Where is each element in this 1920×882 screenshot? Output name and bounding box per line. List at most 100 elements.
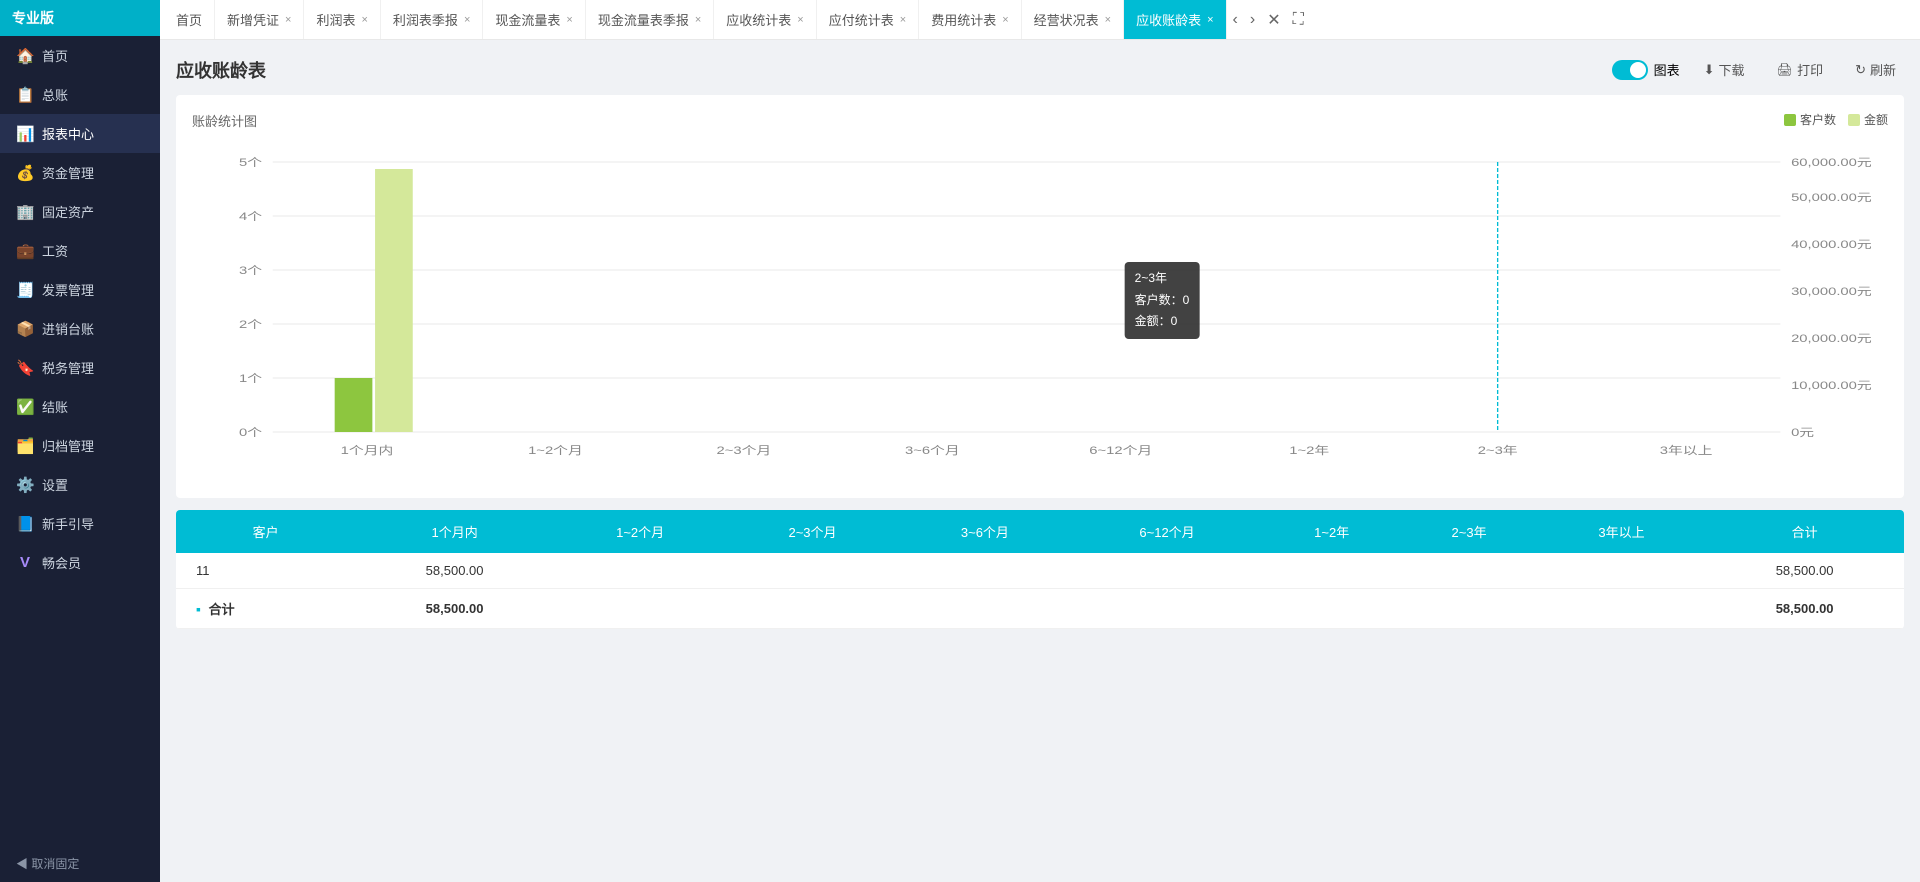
svg-text:4个: 4个 [239, 210, 262, 223]
tab-close-biz-status[interactable]: × [1105, 14, 1111, 26]
invoice-icon: 🧾 [16, 281, 34, 299]
sidebar-item-salary[interactable]: 💼 工资 [0, 231, 160, 270]
tab-cashflow[interactable]: 现金流量表 × [483, 0, 585, 40]
sidebar-label-invoice: 发票管理 [42, 280, 94, 299]
sidebar-label-settle: 结账 [42, 397, 68, 416]
tab-close-ap-stat[interactable]: × [900, 14, 906, 26]
home-icon: 🏠 [16, 47, 34, 65]
sidebar-item-report[interactable]: 📊 报表中心 [0, 114, 160, 153]
print-icon: 🖨 [1777, 62, 1794, 78]
tab-close-cashflow-q[interactable]: × [695, 14, 701, 26]
archive-icon: 🗂️ [16, 437, 34, 455]
tab-ap-stat[interactable]: 应付统计表 × [817, 0, 919, 40]
print-label: 打印 [1797, 60, 1823, 79]
sidebar-label-home: 首页 [42, 46, 68, 65]
cell-m3-6 [899, 553, 1071, 589]
tab-expense[interactable]: 费用统计表 × [919, 0, 1021, 40]
svg-text:10,000.00元: 10,000.00元 [1791, 379, 1872, 392]
sidebar-collapse-btn[interactable]: ◀ 取消固定 [0, 845, 160, 882]
legend-amount: 金额 [1848, 111, 1888, 128]
tab-profit-q[interactable]: 利润表季报 × [381, 0, 483, 40]
tab-expand[interactable]: ⛶ [1287, 0, 1310, 40]
salary-icon: 💼 [16, 242, 34, 260]
sidebar-item-archive[interactable]: 🗂️ 归档管理 [0, 426, 160, 465]
sidebar-item-asset[interactable]: 🏢 固定资产 [0, 192, 160, 231]
chart-card: 账龄统计图 客户数 金额 [176, 95, 1904, 498]
svg-text:2个: 2个 [239, 318, 262, 331]
sidebar-item-vip[interactable]: V 畅会员 [0, 543, 160, 582]
tab-nav-left[interactable]: ‹ [1227, 0, 1244, 40]
main-area: 首页 新增凭证 × 利润表 × 利润表季报 × 现金流量表 × 现金流量表季报 … [160, 0, 1920, 882]
sidebar-item-settle[interactable]: ✅ 结账 [0, 387, 160, 426]
tab-ar-aging[interactable]: 应收账龄表 × [1124, 0, 1226, 40]
sidebar-item-capital[interactable]: 💰 资金管理 [0, 153, 160, 192]
col-m1-2: 1~2个月 [554, 510, 726, 553]
col-m2-3: 2~3个月 [726, 510, 898, 553]
data-table: 客户 1个月内 1~2个月 2~3个月 3~6个月 6~12个月 1~2年 2~… [176, 510, 1904, 629]
sidebar-item-settings[interactable]: ⚙️ 设置 [0, 465, 160, 504]
tab-cashflow-q[interactable]: 现金流量表季报 × [586, 0, 714, 40]
tab-close-expense[interactable]: × [1002, 14, 1008, 26]
tab-close-ar-aging[interactable]: × [1207, 14, 1213, 26]
col-m6-12: 6~12个月 [1071, 510, 1263, 553]
cell-m1-2 [554, 553, 726, 589]
svg-text:2~3年: 2~3年 [1478, 444, 1518, 457]
sidebar-item-home[interactable]: 🏠 首页 [0, 36, 160, 75]
svg-text:50,000.00元: 50,000.00元 [1791, 191, 1872, 204]
collapse-label: ◀ 取消固定 [16, 855, 79, 872]
table-header-row: 客户 1个月内 1~2个月 2~3个月 3~6个月 6~12个月 1~2年 2~… [176, 510, 1904, 553]
legend-customer: 客户数 [1784, 111, 1836, 128]
col-m1: 1个月内 [355, 510, 554, 553]
tab-close-voucher[interactable]: × [285, 14, 291, 26]
toggle-thumb [1630, 62, 1646, 78]
col-y2-3: 2~3年 [1400, 510, 1537, 553]
tab-close-all[interactable]: ✕ [1261, 0, 1286, 40]
tab-close-cashflow[interactable]: × [566, 14, 572, 26]
tab-close-ar-stat[interactable]: × [797, 14, 803, 26]
sidebar-item-tax[interactable]: 🔖 税务管理 [0, 348, 160, 387]
app-logo: 专业版 [0, 0, 160, 36]
tax-icon: 🔖 [16, 359, 34, 377]
sidebar-label-salary: 工资 [42, 241, 68, 260]
settle-icon: ✅ [16, 398, 34, 416]
print-btn[interactable]: 🖨 打印 [1769, 56, 1832, 83]
refresh-btn[interactable]: ↻ 刷新 [1847, 56, 1904, 83]
table-row: 11 58,500.00 58,500.00 [176, 553, 1904, 589]
tab-nav-right[interactable]: › [1244, 0, 1261, 40]
chart-title: 账龄统计图 [192, 111, 1888, 130]
bar-amount-1 [375, 169, 413, 432]
sidebar-label-vip: 畅会员 [42, 553, 81, 572]
inventory-icon: 📦 [16, 320, 34, 338]
sidebar-item-inventory[interactable]: 📦 进销台账 [0, 309, 160, 348]
tab-close-profit[interactable]: × [361, 14, 367, 26]
svg-text:3年以上: 3年以上 [1660, 444, 1713, 457]
download-btn[interactable]: ⬇ 下载 [1696, 56, 1753, 83]
total-m1-2 [554, 589, 726, 629]
svg-text:40,000.00元: 40,000.00元 [1791, 238, 1872, 251]
sidebar-item-guide[interactable]: 📘 新手引导 [0, 504, 160, 543]
tab-home[interactable]: 首页 [164, 0, 215, 40]
tab-profit[interactable]: 利润表 × [304, 0, 380, 40]
sidebar-item-invoice[interactable]: 🧾 发票管理 [0, 270, 160, 309]
tab-biz-status[interactable]: 经营状况表 × [1022, 0, 1124, 40]
tab-close-profit-q[interactable]: × [464, 14, 470, 26]
refresh-label: 刷新 [1870, 60, 1896, 79]
tab-ar-stat[interactable]: 应收统计表 × [714, 0, 816, 40]
total-y1-2 [1263, 589, 1400, 629]
svg-text:1个月内: 1个月内 [341, 444, 394, 457]
cell-y2-3 [1400, 553, 1537, 589]
ledger-icon: 📋 [16, 86, 34, 104]
tab-bar: 首页 新增凭证 × 利润表 × 利润表季报 × 现金流量表 × 现金流量表季报 … [160, 0, 1920, 40]
total-y2-3 [1400, 589, 1537, 629]
chart-toggle[interactable]: 图表 [1612, 60, 1680, 80]
toggle-track[interactable] [1612, 60, 1648, 80]
cell-m1: 58,500.00 [355, 553, 554, 589]
sidebar-item-ledger[interactable]: 📋 总账 [0, 75, 160, 114]
chart-svg: 0个 1个 2个 3个 4个 5个 0元 10,000.00元 20,000.0… [192, 142, 1888, 482]
total-m1: 58,500.00 [355, 589, 554, 629]
tab-voucher[interactable]: 新增凭证 × [215, 0, 304, 40]
svg-text:3个: 3个 [239, 264, 262, 277]
cell-m2-3 [726, 553, 898, 589]
content-area: 应收账龄表 图表 ⬇ 下载 🖨 打印 ↻ 刷新 [160, 40, 1920, 882]
legend-customer-label: 客户数 [1800, 111, 1836, 128]
